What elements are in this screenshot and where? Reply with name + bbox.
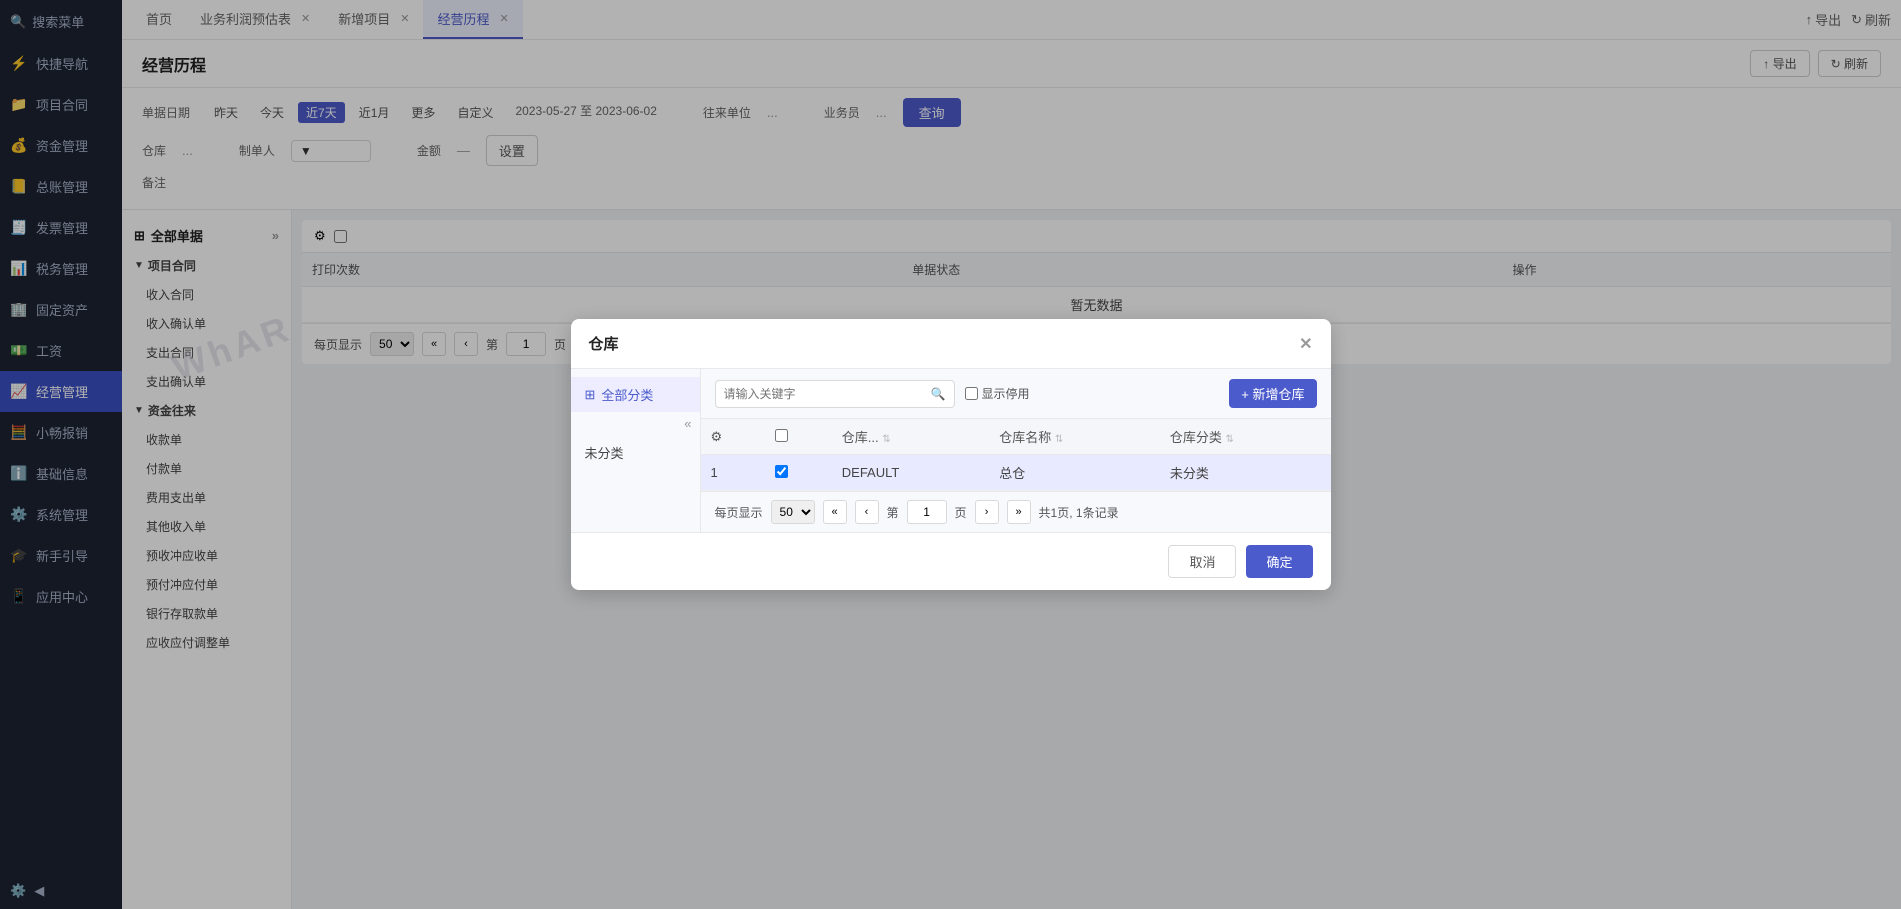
modal-category-unclassified[interactable]: 未分类 — [571, 435, 700, 470]
row-checkbox[interactable] — [775, 465, 788, 478]
row-checkbox-cell — [765, 455, 832, 491]
category-sort-icon: ⇅ — [1225, 434, 1233, 445]
modal-first-page-btn[interactable]: « — [823, 500, 847, 524]
name-sort-icon: ⇅ — [1055, 434, 1063, 445]
th-modal-code[interactable]: 仓库... ⇅ — [832, 419, 989, 455]
grid-icon: ⊞ — [585, 387, 596, 403]
th-modal-checkbox — [765, 419, 832, 455]
code-col-label: 仓库... — [842, 430, 879, 445]
table-row[interactable]: 1 DEFAULT 总仓 未分类 — [701, 455, 1331, 491]
th-modal-name[interactable]: 仓库名称 ⇅ — [989, 419, 1160, 455]
show-disabled-checkbox-label[interactable]: 显示停用 — [965, 385, 1030, 402]
modal-title: 仓库 — [589, 333, 619, 354]
modal-page-label2: 页 — [955, 504, 967, 521]
th-modal-settings: ⚙ — [701, 419, 765, 455]
modal-page-label: 第 — [887, 504, 899, 521]
modal-header-row: ⚙ 仓库... ⇅ 仓库名称 — [701, 419, 1331, 455]
left-panel-collapse-btn[interactable]: « — [684, 416, 691, 431]
modal-table-area: ⚙ 仓库... ⇅ 仓库名称 — [701, 419, 1331, 491]
modal-body: ⊞ 全部分类 « 未分类 🔍 — [571, 369, 1331, 532]
modal-table: ⚙ 仓库... ⇅ 仓库名称 — [701, 419, 1331, 491]
code-sort-icon: ⇅ — [882, 434, 890, 445]
modal-header: 仓库 ✕ — [571, 319, 1331, 369]
cancel-button[interactable]: 取消 — [1168, 545, 1236, 578]
add-warehouse-btn[interactable]: + 新增仓库 — [1229, 379, 1316, 408]
modal-search-icon: 🔍 — [931, 387, 946, 401]
row-settings: 1 — [701, 455, 765, 491]
modal-per-page-label: 每页显示 — [715, 504, 763, 521]
modal-overlay: 仓库 ✕ ⊞ 全部分类 « 未分类 — [0, 0, 1901, 909]
warehouse-modal: 仓库 ✕ ⊞ 全部分类 « 未分类 — [571, 319, 1331, 590]
row-code: DEFAULT — [832, 455, 989, 491]
modal-right-panel: 🔍 显示停用 + 新增仓库 ⚙ — [701, 369, 1331, 532]
modal-total-info: 共1页, 1条记录 — [1039, 504, 1119, 521]
modal-table-body: 1 DEFAULT 总仓 未分类 — [701, 455, 1331, 491]
modal-next-page-btn[interactable]: › — [975, 500, 999, 524]
show-disabled-checkbox[interactable] — [965, 387, 978, 400]
modal-prev-page-btn[interactable]: ‹ — [855, 500, 879, 524]
row-category: 未分类 — [1160, 455, 1331, 491]
show-disabled-label: 显示停用 — [982, 385, 1030, 402]
modal-close-btn[interactable]: ✕ — [1299, 334, 1312, 354]
category-all-label: 全部分类 — [601, 385, 653, 404]
unclassified-label: 未分类 — [585, 443, 624, 462]
modal-footer-pagination: 每页显示 50 « ‹ 第 页 › » 共1页, 1条记录 — [701, 491, 1331, 532]
th-modal-category[interactable]: 仓库分类 ⇅ — [1160, 419, 1331, 455]
settings-icon2[interactable]: ⚙ — [711, 429, 723, 444]
row-name: 总仓 — [989, 455, 1160, 491]
modal-select-all[interactable] — [775, 429, 788, 442]
modal-category-all[interactable]: ⊞ 全部分类 — [571, 377, 700, 412]
modal-page-input[interactable] — [907, 500, 947, 524]
modal-toolbar: 🔍 显示停用 + 新增仓库 — [701, 369, 1331, 419]
modal-actions: 取消 确定 — [571, 532, 1331, 590]
category-col-label: 仓库分类 — [1170, 430, 1222, 445]
confirm-button[interactable]: 确定 — [1246, 545, 1312, 578]
modal-table-head: ⚙ 仓库... ⇅ 仓库名称 — [701, 419, 1331, 455]
modal-per-page-select[interactable]: 50 — [771, 500, 815, 524]
modal-left-panel: ⊞ 全部分类 « 未分类 — [571, 369, 701, 532]
modal-search-input[interactable] — [724, 387, 931, 401]
modal-search-box[interactable]: 🔍 — [715, 380, 955, 408]
modal-last-page-btn[interactable]: » — [1007, 500, 1031, 524]
name-col-label: 仓库名称 — [999, 430, 1051, 445]
